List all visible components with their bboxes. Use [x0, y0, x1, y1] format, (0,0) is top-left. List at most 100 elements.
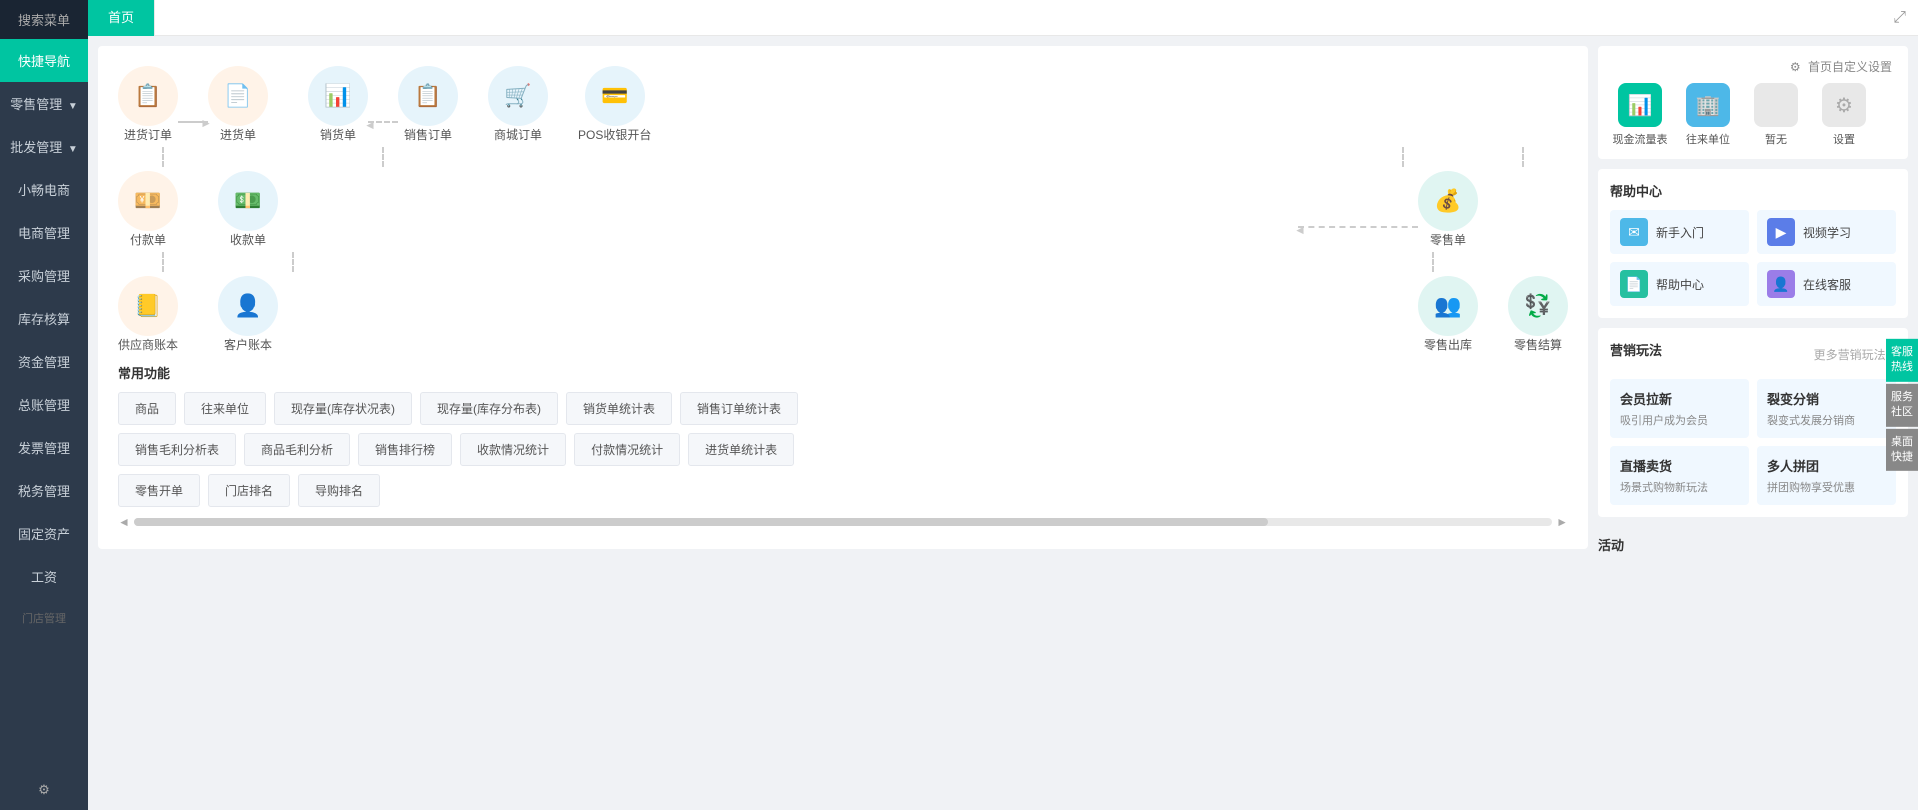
func-btn-sales-stat[interactable]: 销货单统计表 [566, 392, 672, 425]
help-title: 帮助中心 [1610, 181, 1896, 200]
mall-order-label: 商城订单 [494, 126, 542, 143]
sidebar-item-wholesale[interactable]: 批发管理 ▼ [0, 125, 88, 168]
func-btn-stock1[interactable]: 现存量(库存状况表) [274, 392, 412, 425]
scroll-right[interactable]: ► [1556, 515, 1568, 529]
func-btn-stock2[interactable]: 现存量(库存分布表) [420, 392, 558, 425]
node-receipt[interactable]: 💵 收款单 [218, 171, 278, 248]
help-label-text: 帮助中心 [1656, 276, 1704, 293]
node-supplier-book[interactable]: 📒 供应商账本 [118, 276, 178, 353]
sidebar-settings[interactable]: ⚙ [0, 770, 88, 810]
func-btn-gross2[interactable]: 商品毛利分析 [244, 433, 350, 466]
func-btn-receipt-stat[interactable]: 收款情况统计 [460, 433, 566, 466]
node-customer-book[interactable]: 👤 客户账本 [218, 276, 278, 353]
video-label: 视频学习 [1803, 224, 1851, 241]
sidebar-item-tax[interactable]: 税务管理 [0, 469, 88, 512]
sidebar-item-wage[interactable]: 工资 [0, 555, 88, 598]
node-retail[interactable]: 💰 零售单 [1418, 171, 1478, 248]
sales-label: 销货单 [320, 126, 356, 143]
fission-title: 裂变分销 [1767, 389, 1886, 408]
payment-icon: 💴 [118, 171, 178, 231]
func-row3: 零售开单 门店排名 导购排名 [118, 474, 1568, 507]
video-icon: ▶ [1767, 218, 1795, 246]
quick-icons-row: 📊 现金流量表 🏢 往来单位 暂无 ⚙ 设置 [1610, 83, 1896, 147]
sidebar-item-ecom1[interactable]: 小畅电商 [0, 168, 88, 211]
purchase-label: 进货单 [220, 126, 256, 143]
content: 📋 进货订单 ► 📄 进货单 [88, 36, 1918, 810]
func-btn-purchase-stat[interactable]: 进货单统计表 [688, 433, 794, 466]
func-btn-partner[interactable]: 往来单位 [184, 392, 266, 425]
marketing-item-live[interactable]: 直播卖货 场景式购物新玩法 [1610, 446, 1749, 505]
help-item-newbie[interactable]: ✉ 新手入门 [1610, 210, 1749, 254]
func-btn-payment-stat[interactable]: 付款情况统计 [574, 433, 680, 466]
sidebar-item-finance[interactable]: 资金管理 [0, 340, 88, 383]
more-marketing-link[interactable]: 更多营销玩法 > [1814, 346, 1896, 363]
quick-icon-settings[interactable]: ⚙ 设置 [1814, 83, 1874, 147]
quick-icon-empty[interactable]: 暂无 [1746, 83, 1806, 147]
service-icon: 👤 [1767, 270, 1795, 298]
scroll-bar: ◄ ► [118, 515, 1568, 529]
payment-label: 付款单 [130, 231, 166, 248]
float-btn-community[interactable]: 服务社区 [1886, 384, 1918, 427]
customize-link[interactable]: ⚙ 首页自定义设置 [1610, 58, 1896, 75]
scroll-track[interactable] [134, 518, 1552, 526]
retail-label: 零售单 [1430, 231, 1466, 248]
node-purchase-order[interactable]: 📋 进货订单 [118, 66, 178, 143]
scroll-left[interactable]: ◄ [118, 515, 130, 529]
sidebar-item-retail[interactable]: 零售管理 ▼ [0, 82, 88, 125]
customize-text: 首页自定义设置 [1808, 60, 1892, 74]
func-btn-goods[interactable]: 商品 [118, 392, 176, 425]
func-btn-gross1[interactable]: 销售毛利分析表 [118, 433, 236, 466]
marketing-item-fission[interactable]: 裂变分销 裂变式发展分销商 [1757, 379, 1896, 438]
retail-settle-icon: 💱 [1508, 276, 1568, 336]
help-item-service[interactable]: 👤 在线客服 [1757, 262, 1896, 306]
node-purchase[interactable]: 📄 进货单 [208, 66, 268, 143]
sidebar-item-purchase[interactable]: 采购管理 [0, 254, 88, 297]
func-btn-order-stat[interactable]: 销售订单统计表 [680, 392, 798, 425]
sales-order-label: 销售订单 [404, 126, 452, 143]
func-btn-store-rank[interactable]: 门店排名 [208, 474, 290, 507]
sidebar-item-inventory[interactable]: 库存核算 [0, 297, 88, 340]
sidebar-item-ecom2[interactable]: 电商管理 [0, 211, 88, 254]
main-panel: 📋 进货订单 ► 📄 进货单 [88, 36, 1598, 810]
purchase-icon: 📄 [208, 66, 268, 126]
node-sales-order[interactable]: 📋 销售订单 [398, 66, 458, 143]
receipt-icon: 💵 [218, 171, 278, 231]
node-retail-outbound[interactable]: 👥 零售出库 [1418, 276, 1478, 353]
func-btn-guide-rank[interactable]: 导购排名 [298, 474, 380, 507]
help-item-help[interactable]: 📄 帮助中心 [1610, 262, 1749, 306]
node-retail-settle[interactable]: 💱 零售结算 [1508, 276, 1568, 353]
sidebar-item-store[interactable]: 门店管理 [0, 598, 88, 638]
marketing-header: 营销玩法 更多营销玩法 > [1610, 340, 1896, 369]
sidebar-item-ledger[interactable]: 总账管理 [0, 383, 88, 426]
topbar: 首页 ⤢ [88, 0, 1918, 36]
marketing-item-group[interactable]: 多人拼团 拼团购物享受优惠 [1757, 446, 1896, 505]
sidebar-item-invoice[interactable]: 发票管理 [0, 426, 88, 469]
retail-settle-label: 零售结算 [1514, 336, 1562, 353]
group-title: 多人拼团 [1767, 456, 1886, 475]
node-pos[interactable]: 💳 POS收银开台 [578, 66, 651, 143]
help-grid: ✉ 新手入门 ▶ 视频学习 📄 帮助中心 👤 在线客服 [1610, 210, 1896, 306]
empty-label: 暂无 [1765, 131, 1787, 147]
newbie-icon: ✉ [1620, 218, 1648, 246]
node-payment[interactable]: 💴 付款单 [118, 171, 178, 248]
sidebar-search[interactable]: 搜索菜单 [0, 0, 88, 39]
sidebar-item-assets[interactable]: 固定资产 [0, 512, 88, 555]
float-btn-desktop[interactable]: 桌面快捷 [1886, 428, 1918, 471]
help-item-video[interactable]: ▶ 视频学习 [1757, 210, 1896, 254]
retail-outbound-label: 零售出库 [1424, 336, 1472, 353]
func-row2: 销售毛利分析表 商品毛利分析 销售排行榜 收款情况统计 付款情况统计 进货单统计… [118, 433, 1568, 466]
help-card: 帮助中心 ✉ 新手入门 ▶ 视频学习 📄 帮助中心 👤 [1598, 169, 1908, 318]
common-functions-title: 常用功能 [118, 363, 1568, 382]
marketing-item-member[interactable]: 会员拉新 吸引用户成为会员 [1610, 379, 1749, 438]
float-btn-service[interactable]: 客服热线 [1886, 339, 1918, 382]
tab-home[interactable]: 首页 [88, 0, 155, 36]
supplier-book-icon: 📒 [118, 276, 178, 336]
func-btn-rank[interactable]: 销售排行榜 [358, 433, 452, 466]
node-sales[interactable]: 📊 销货单 [308, 66, 368, 143]
node-mall-order[interactable]: 🛒 商城订单 [488, 66, 548, 143]
func-btn-retail-order[interactable]: 零售开单 [118, 474, 200, 507]
sidebar-item-nav[interactable]: 快捷导航 [0, 39, 88, 82]
quick-icon-partner[interactable]: 🏢 往来单位 [1678, 83, 1738, 147]
expand-icon[interactable]: ⤢ [1881, 9, 1918, 27]
quick-icon-cashflow[interactable]: 📊 现金流量表 [1610, 83, 1670, 147]
